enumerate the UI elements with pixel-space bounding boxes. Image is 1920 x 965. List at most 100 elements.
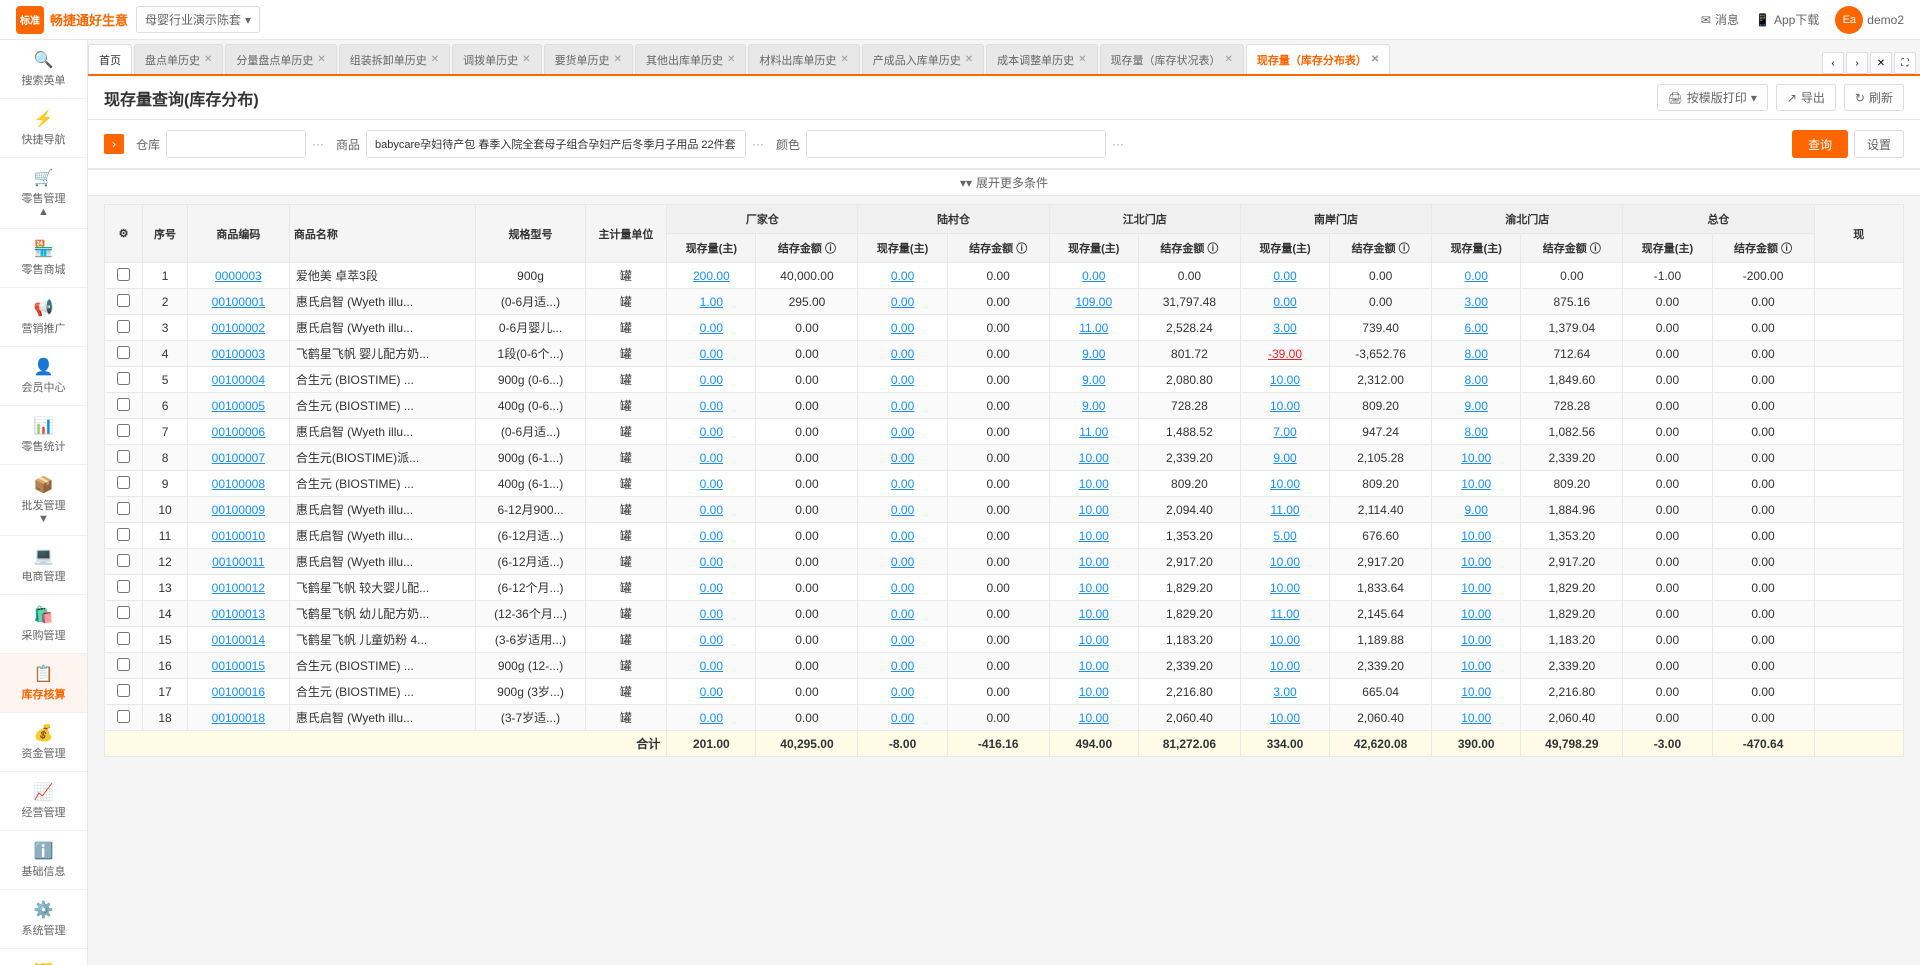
sidebar-item-retail-shop[interactable]: 🏪 零售商城 (0, 229, 87, 288)
row-check[interactable] (105, 393, 143, 419)
tab-5[interactable]: 要货单历史 ✕ (544, 44, 633, 74)
tab-7[interactable]: 材料出库单历史 ✕ (748, 44, 859, 74)
row-check[interactable] (105, 705, 143, 731)
tab-home[interactable]: 首页 (88, 44, 132, 74)
store-selector[interactable]: 母婴行业演示陈套 ▾ (136, 6, 260, 33)
tab-10-close[interactable]: ✕ (1225, 54, 1233, 65)
sidebar-item-basic[interactable]: ℹ️ 基础信息 (0, 831, 87, 890)
sidebar-item-quick[interactable]: ⚡ 快捷导航 (0, 99, 87, 158)
row-extra (1814, 549, 1903, 575)
sidebar-item-operation[interactable]: 📈 经营管理 (0, 772, 87, 831)
tab-9-close[interactable]: ✕ (1078, 54, 1086, 65)
top-bar-right: ✉ 消息 📱 App下载 Ea demo2 (1701, 6, 1904, 34)
tab-1[interactable]: 盘点单历史 ✕ (134, 44, 223, 74)
row-check[interactable] (105, 627, 143, 653)
tab-11[interactable]: 现存量（库存分布表） ✕ (1246, 44, 1390, 74)
tab-1-close[interactable]: ✕ (204, 54, 212, 65)
sidebar-item-finance[interactable]: 💰 资金管理 (0, 713, 87, 772)
row-jb-amt: 2,216.80 (1138, 679, 1240, 705)
tab-6[interactable]: 其他出库单历史 ✕ (635, 44, 746, 74)
export-btn[interactable]: ↗ 导出 (1776, 84, 1836, 111)
tab-3-close[interactable]: ✕ (431, 54, 439, 65)
row-check[interactable] (105, 367, 143, 393)
tab-4[interactable]: 调拨单历史 ✕ (452, 44, 541, 74)
row-l-amt: 0.00 (947, 497, 1049, 523)
footer-yb-qty: 390.00 (1432, 731, 1521, 757)
tab-6-close[interactable]: ✕ (727, 54, 735, 65)
row-na-qty: 9.00 (1240, 445, 1329, 471)
row-l-amt: 0.00 (947, 549, 1049, 575)
row-na-amt: 2,145.64 (1330, 601, 1432, 627)
row-check[interactable] (105, 419, 143, 445)
sidebar-item-marketing[interactable]: 📢 营销推广 (0, 288, 87, 347)
tab-4-close[interactable]: ✕ (522, 54, 530, 65)
row-check[interactable] (105, 341, 143, 367)
sidebar-label-search: 搜索英单 (4, 72, 83, 88)
row-t-qty: 0.00 (1623, 575, 1712, 601)
row-check[interactable] (105, 679, 143, 705)
row-check[interactable] (105, 497, 143, 523)
tab-7-close[interactable]: ✕ (840, 54, 848, 65)
row-check[interactable] (105, 523, 143, 549)
collapse-btn[interactable]: › (104, 134, 124, 154)
tab-prev-btn[interactable]: ‹ (1822, 52, 1844, 74)
expand-conditions[interactable]: ▾▾ 展开更多条件 (88, 169, 1920, 195)
sidebar-item-stats[interactable]: 📊 零售统计 (0, 406, 87, 465)
tab-next-btn[interactable]: › (1846, 52, 1868, 74)
app-download-btn[interactable]: 📱 App下载 (1755, 11, 1819, 28)
tab-5-close[interactable]: ✕ (614, 54, 622, 65)
warehouse-input[interactable] (166, 130, 306, 158)
sidebar-item-retail[interactable]: 🛒 零售管理 ▲ (0, 158, 87, 229)
print-btn[interactable]: 🖨 按模版打印 ▾ (1657, 84, 1768, 111)
query-btn[interactable]: 查询 (1792, 130, 1848, 158)
sidebar-item-wholesale[interactable]: 📦 批发管理 ▼ (0, 465, 87, 536)
tab-8[interactable]: 产成品入库单历史 ✕ (862, 44, 984, 74)
goods-dots[interactable]: ··· (752, 137, 764, 151)
row-check[interactable] (105, 315, 143, 341)
table-container[interactable]: ⚙ 序号 商品编码 商品名称 规格型号 主计量单位 厂家仓 陆村仓 江北门店 南… (88, 196, 1920, 965)
row-f-amt: 295.00 (756, 289, 858, 315)
table-row: 2 00100001 惠氏启智 (Wyeth illu... (0-6月适...… (105, 289, 1904, 315)
col-settings[interactable]: ⚙ (105, 205, 143, 263)
tab-3[interactable]: 组装拆卸单历史 ✕ (339, 44, 450, 74)
row-l-amt: 0.00 (947, 445, 1049, 471)
sidebar-item-search[interactable]: 🔍 搜索英单 (0, 40, 87, 99)
refresh-btn[interactable]: ↻ 刷新 (1844, 84, 1904, 111)
tab-8-close[interactable]: ✕ (965, 54, 973, 65)
tab-2[interactable]: 分量盘点单历史 ✕ (225, 44, 336, 74)
row-spec: 0-6月婴儿... (476, 315, 585, 341)
row-l-qty: 0.00 (858, 289, 947, 315)
sidebar-item-system[interactable]: ⚙️ 系统管理 (0, 890, 87, 949)
user-area[interactable]: Ea demo2 (1835, 6, 1904, 34)
row-check[interactable] (105, 575, 143, 601)
color-input[interactable] (806, 130, 1106, 158)
row-check[interactable] (105, 289, 143, 315)
tab-expand-btn[interactable]: ⛶ (1894, 52, 1916, 74)
row-jb-qty: 10.00 (1049, 497, 1138, 523)
row-check[interactable] (105, 653, 143, 679)
warehouse-dots[interactable]: ··· (312, 137, 324, 151)
tab-2-close[interactable]: ✕ (317, 54, 325, 65)
export-icon: ↗ (1787, 91, 1797, 105)
goods-input[interactable] (366, 130, 746, 158)
row-check[interactable] (105, 601, 143, 627)
row-t-amt: 0.00 (1712, 471, 1814, 497)
tab-9[interactable]: 成本调整单历史 ✕ (986, 44, 1097, 74)
row-check[interactable] (105, 549, 143, 575)
color-dots[interactable]: ··· (1112, 137, 1124, 151)
message-btn[interactable]: ✉ 消息 (1701, 11, 1739, 28)
row-check[interactable] (105, 445, 143, 471)
row-na-qty: 10.00 (1240, 575, 1329, 601)
sidebar-item-ecommerce[interactable]: 💻 电商管理 (0, 536, 87, 595)
sidebar-item-collab[interactable]: 🤝 企业协同 (0, 949, 87, 965)
settings-btn[interactable]: 设置 (1854, 130, 1904, 158)
sidebar-item-member[interactable]: 👤 会员中心 (0, 347, 87, 406)
sidebar-item-inventory[interactable]: 📋 库存核算 (0, 654, 87, 713)
row-l-qty: 0.00 (858, 653, 947, 679)
tab-11-close[interactable]: ✕ (1371, 54, 1379, 65)
sidebar-item-purchase[interactable]: 🛍️ 采购管理 (0, 595, 87, 654)
tab-10[interactable]: 现存量（库存状况表） ✕ (1100, 44, 1244, 74)
tab-close-all-btn[interactable]: ✕ (1870, 52, 1892, 74)
row-check[interactable] (105, 263, 143, 289)
row-check[interactable] (105, 471, 143, 497)
